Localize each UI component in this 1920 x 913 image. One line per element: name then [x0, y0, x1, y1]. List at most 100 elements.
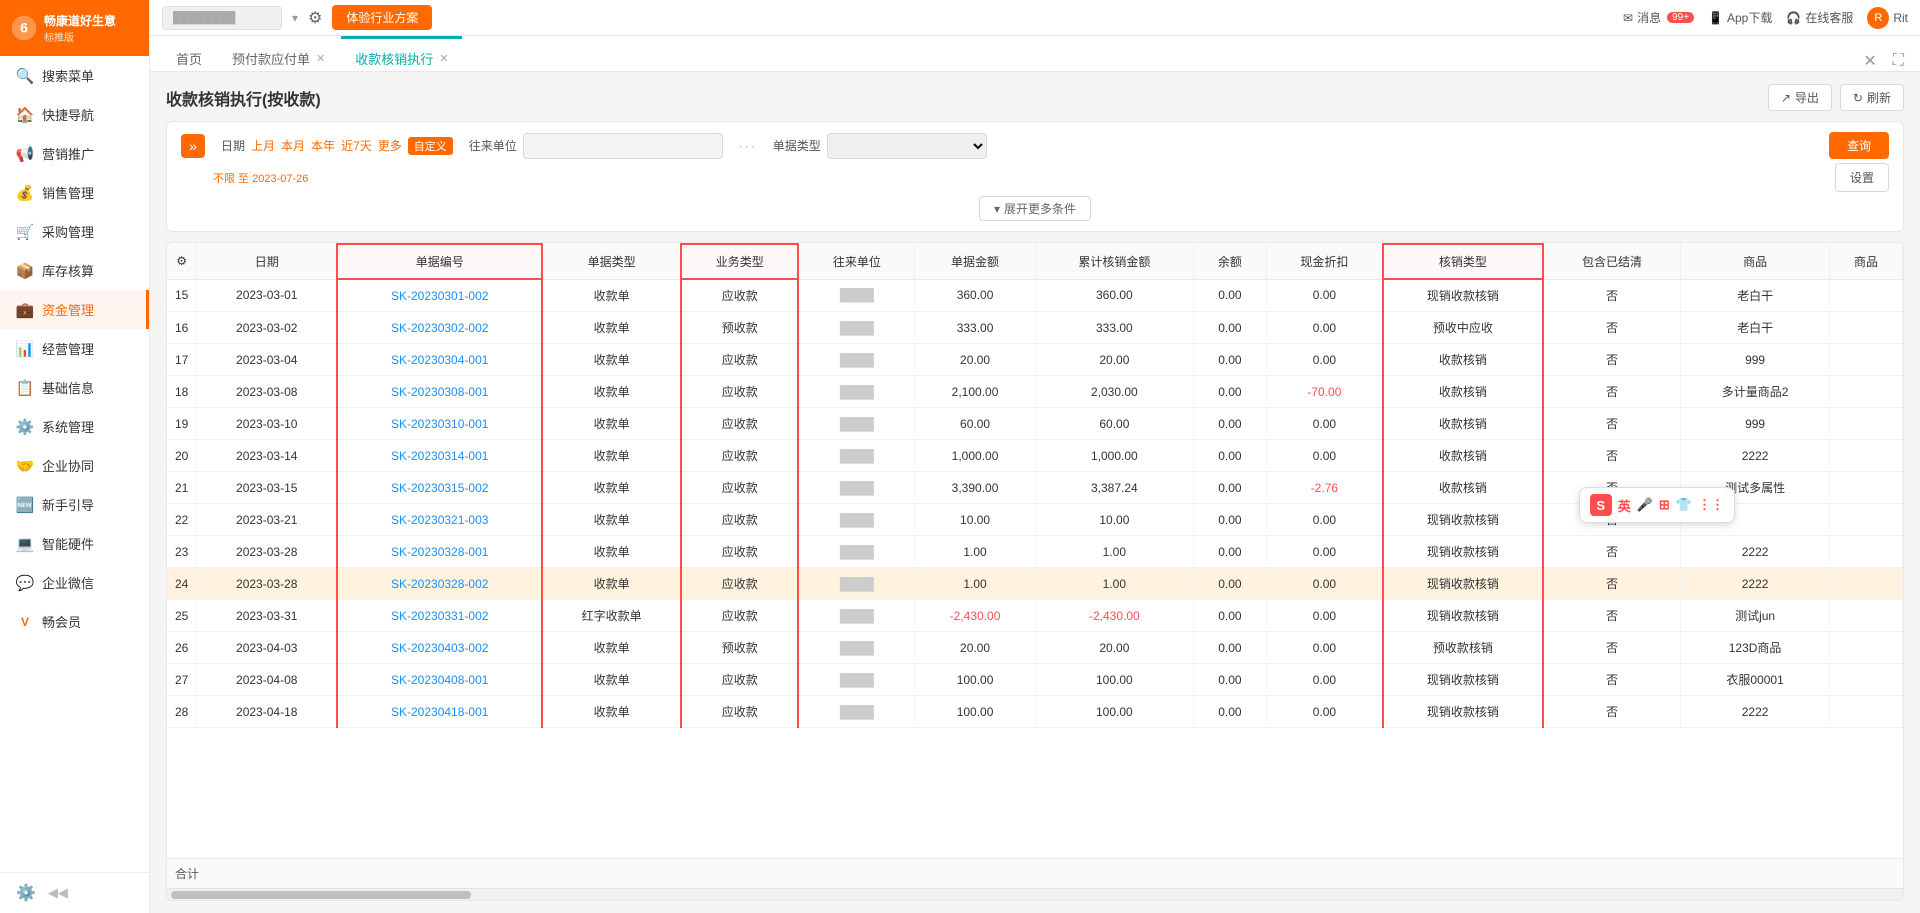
sidebar-item-label: 库存核算	[42, 261, 94, 280]
cell-sn[interactable]: SK-20230328-001	[337, 536, 542, 568]
workspace-selector[interactable]: ████████	[162, 6, 282, 30]
cell-sn[interactable]: SK-20230310-001	[337, 408, 542, 440]
tab-prepay[interactable]: 预付款应付单 ✕	[218, 36, 339, 71]
cell-sn[interactable]: SK-20230408-001	[337, 664, 542, 696]
online-service-button[interactable]: 🎧 在线客服	[1786, 9, 1853, 26]
sidebar-item-inventory[interactable]: 📦 库存核算	[0, 251, 149, 290]
sidebar-item-quick[interactable]: 🏠 快捷导航	[0, 95, 149, 134]
sidebar-item-search[interactable]: 🔍 搜索菜单	[0, 56, 149, 95]
page-header: 收款核销执行(按收款) ↗ 导出 ↻ 刷新	[166, 84, 1904, 111]
sidebar-item-marketing[interactable]: 📢 营销推广	[0, 134, 149, 173]
cell-cancel-type: 收款核销	[1383, 472, 1543, 504]
cell-type: 红字收款单	[542, 600, 681, 632]
sidebar-item-label: 系统管理	[42, 417, 94, 436]
date-more[interactable]: 更多	[378, 137, 402, 154]
cell-sn[interactable]: SK-20230308-001	[337, 376, 542, 408]
table-row[interactable]: 16 2023-03-02 SK-20230302-002 收款单 预收款 ██…	[167, 312, 1903, 344]
table-row[interactable]: 26 2023-04-03 SK-20230403-002 收款单 预收款 ██…	[167, 632, 1903, 664]
cell-cash-discount: 0.00	[1266, 312, 1382, 344]
table-row[interactable]: 27 2023-04-08 SK-20230408-001 收款单 应收款 ██…	[167, 664, 1903, 696]
sidebar-item-basic[interactable]: 📋 基础信息	[0, 368, 149, 407]
expand-more-button[interactable]: ▾ 展开更多条件	[979, 196, 1091, 221]
sidebar-item-system[interactable]: ⚙️ 系统管理	[0, 407, 149, 446]
industry-solution-button[interactable]: 体验行业方案	[332, 5, 432, 30]
cell-sn[interactable]: SK-20230304-001	[337, 344, 542, 376]
mic-icon: 🎤	[1637, 497, 1653, 513]
table-row[interactable]: 28 2023-04-18 SK-20230418-001 收款单 应收款 ██…	[167, 696, 1903, 728]
tab-prepay-close-icon[interactable]: ✕	[316, 52, 325, 65]
sidebar-item-wechat[interactable]: 💬 企业微信	[0, 563, 149, 602]
table-row[interactable]: 17 2023-03-04 SK-20230304-001 收款单 应收款 ██…	[167, 344, 1903, 376]
message-button[interactable]: ✉ 消息 99+	[1623, 9, 1694, 26]
table-row[interactable]: 25 2023-03-31 SK-20230331-002 红字收款单 应收款 …	[167, 600, 1903, 632]
sidebar-item-operation[interactable]: 📊 经营管理	[0, 329, 149, 368]
date-last-month[interactable]: 上月	[251, 137, 275, 154]
sidebar-item-label: 营销推广	[42, 144, 94, 163]
table-row[interactable]: 19 2023-03-10 SK-20230310-001 收款单 应收款 ██…	[167, 408, 1903, 440]
cell-counterpart: ████	[798, 344, 914, 376]
user-profile[interactable]: R Rit	[1867, 7, 1908, 29]
table-row[interactable]: 18 2023-03-08 SK-20230308-001 收款单 应收款 ██…	[167, 376, 1903, 408]
cell-biz-type: 应收款	[681, 440, 798, 472]
table-row[interactable]: 20 2023-03-14 SK-20230314-001 收款单 应收款 ██…	[167, 440, 1903, 472]
voucher-type-select[interactable]	[827, 133, 987, 159]
workspace-chevron-icon[interactable]: ▾	[292, 11, 298, 25]
cell-type: 收款单	[542, 376, 681, 408]
query-button[interactable]: 查询	[1829, 132, 1889, 159]
cell-biz-type: 应收款	[681, 696, 798, 728]
table-scroll[interactable]: ⚙ 日期 单据编号 单据类型 业务类型 往来单位 单据金额 累计核销金额 余额 …	[167, 243, 1903, 858]
cell-sn[interactable]: SK-20230301-002	[337, 279, 542, 312]
cell-goods2	[1829, 536, 1902, 568]
cell-cancel-type: 现销收款核销	[1383, 568, 1543, 600]
export-button[interactable]: ↗ 导出	[1768, 84, 1832, 111]
cell-sn[interactable]: SK-20230331-002	[337, 600, 542, 632]
sidebar-item-finance[interactable]: 💼 资金管理	[0, 290, 149, 329]
cell-sn[interactable]: SK-20230403-002	[337, 632, 542, 664]
watermark-badge: S 英 🎤 ⊞ 👕 ⋮⋮	[1579, 487, 1735, 523]
cell-sn[interactable]: SK-20230302-002	[337, 312, 542, 344]
sidebar-item-label: 畅会员	[42, 612, 81, 631]
tab-close-all-icon[interactable]: ✕	[1859, 51, 1880, 71]
filter-expand-arrow[interactable]: »	[181, 134, 205, 158]
tab-home[interactable]: 首页	[162, 36, 216, 71]
settings-icon[interactable]: ⚙️	[16, 883, 36, 903]
tab-maximize-icon[interactable]: ⛶	[1889, 52, 1908, 70]
sidebar-item-enterprise[interactable]: 🤝 企业协同	[0, 446, 149, 485]
cell-sn[interactable]: SK-20230314-001	[337, 440, 542, 472]
date-custom-button[interactable]: 自定义	[408, 137, 453, 155]
tab-collection-close-icon[interactable]: ✕	[439, 52, 448, 65]
horizontal-scrollbar[interactable]	[167, 888, 1903, 900]
cell-sn[interactable]: SK-20230418-001	[337, 696, 542, 728]
cell-include-settled: 否	[1543, 568, 1681, 600]
sidebar-item-hardware[interactable]: 💻 智能硬件	[0, 524, 149, 563]
date-this-month[interactable]: 本月	[281, 137, 305, 154]
cell-cash-discount: 0.00	[1266, 568, 1382, 600]
refresh-button[interactable]: ↻ 刷新	[1840, 84, 1904, 111]
cell-sn[interactable]: SK-20230328-002	[337, 568, 542, 600]
sidebar-bottom: ⚙️ ◀◀	[0, 872, 149, 913]
sidebar-item-member[interactable]: V 畅会员	[0, 602, 149, 641]
table-row[interactable]: 24 2023-03-28 SK-20230328-002 收款单 应收款 ██…	[167, 568, 1903, 600]
app-download-button[interactable]: 📱 App下载	[1708, 9, 1772, 26]
sidebar-item-guide[interactable]: 🆕 新手引导	[0, 485, 149, 524]
cell-sn[interactable]: SK-20230321-003	[337, 504, 542, 536]
table-row[interactable]: 23 2023-03-28 SK-20230328-001 收款单 应收款 ██…	[167, 536, 1903, 568]
counterpart-input[interactable]	[523, 133, 723, 159]
date-7-days[interactable]: 近7天	[341, 137, 372, 154]
table-row[interactable]: 15 2023-03-01 SK-20230301-002 收款单 应收款 ██…	[167, 279, 1903, 312]
sidebar-item-sales[interactable]: 💰 销售管理	[0, 173, 149, 212]
cell-balance: 0.00	[1193, 279, 1266, 312]
date-this-year[interactable]: 本年	[311, 137, 335, 154]
tab-collection[interactable]: 收款核销执行 ✕	[341, 36, 462, 71]
guide-icon: 🆕	[16, 496, 34, 514]
sidebar-item-purchase[interactable]: 🛒 采购管理	[0, 212, 149, 251]
cell-sn[interactable]: SK-20230315-002	[337, 472, 542, 504]
cell-amount: 333.00	[915, 312, 1035, 344]
cell-type: 收款单	[542, 696, 681, 728]
collapse-icon[interactable]: ◀◀	[48, 885, 68, 901]
settings-button[interactable]: 设置	[1835, 163, 1889, 192]
col-gear[interactable]: ⚙	[167, 244, 197, 279]
topbar-gear-icon[interactable]: ⚙	[308, 8, 322, 28]
operation-icon: 📊	[16, 340, 34, 358]
scrollbar-thumb[interactable]	[171, 891, 471, 899]
